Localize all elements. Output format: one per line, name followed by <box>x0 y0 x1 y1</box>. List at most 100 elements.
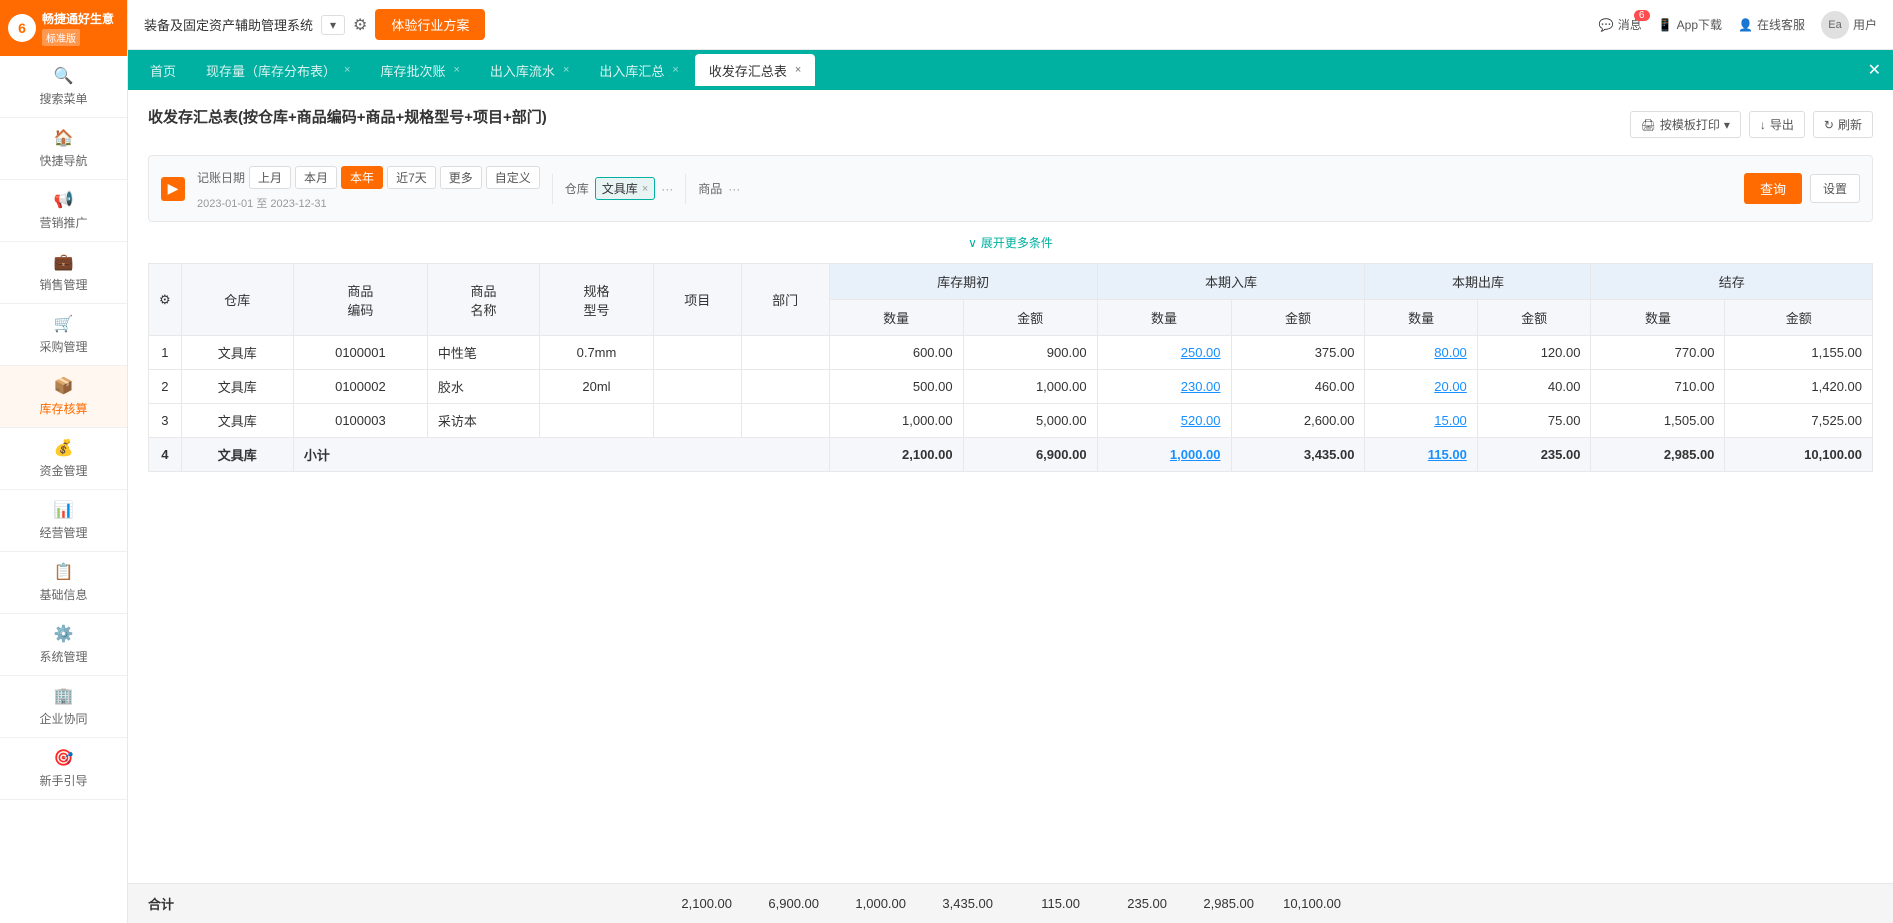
tab-receive-send-summary[interactable]: 收发存汇总表 × <box>695 54 815 86</box>
sidebar-item-sales[interactable]: 💼 销售管理 <box>0 242 127 304</box>
date-btn-this-year[interactable]: 本年 <box>341 166 383 189</box>
warehouse-tag[interactable]: 文具库 × <box>595 177 655 200</box>
cell-opening-qty: 500.00 <box>829 370 963 404</box>
expand-more-button[interactable]: ∨ 展开更多条件 <box>148 230 1873 255</box>
system-dropdown[interactable]: ▾ <box>321 15 345 35</box>
user-action[interactable]: Ea 用户 <box>1821 11 1877 39</box>
sidebar-item-finance[interactable]: 💰 资金管理 <box>0 428 127 490</box>
operation-icon: 📊 <box>54 500 74 520</box>
logo-text: 畅捷通好生意 标准版 <box>42 10 114 46</box>
sidebar-item-operation[interactable]: 📊 经营管理 <box>0 490 127 552</box>
tab-close-icon[interactable]: × <box>453 64 459 76</box>
sidebar-item-label: 快捷导航 <box>39 152 87 169</box>
sidebar-item-inventory[interactable]: 📦 库存核算 <box>0 366 127 428</box>
subtotal-row: 4 文具库 小计 2,100.00 6,900.00 1,000.00 3,43… <box>149 438 1873 472</box>
cell-in-qty[interactable]: 250.00 <box>1097 336 1231 370</box>
sidebar-item-newbie[interactable]: 🎯 新手引导 <box>0 738 127 800</box>
subtotal-in-qty[interactable]: 1,000.00 <box>1097 438 1231 472</box>
messages-action[interactable]: 💬 消息 6 <box>1599 16 1642 33</box>
date-btn-more[interactable]: 更多 <box>440 166 482 189</box>
filter-date-buttons: 记账日期 上月 本月 本年 近7天 更多 自定义 <box>197 166 540 189</box>
filter-separator-2 <box>685 174 686 204</box>
cell-closing-qty: 770.00 <box>1591 336 1725 370</box>
date-range-display: 2023-01-01 至 2023-12-31 <box>197 195 540 211</box>
tab-in-out-summary[interactable]: 出入库汇总 × <box>585 54 692 86</box>
cell-product-spec: 20ml <box>540 370 654 404</box>
sidebar-item-label: 企业协同 <box>39 710 87 727</box>
subtotal-label: 小计 <box>293 438 829 472</box>
sidebar-item-enterprise[interactable]: 🏢 企业协同 <box>0 676 127 738</box>
filter-toggle-button[interactable]: ▶ <box>161 177 185 201</box>
system-icon: ⚙️ <box>54 624 74 644</box>
app-download-action[interactable]: 📱 App下载 <box>1658 16 1722 33</box>
cell-opening-amount: 900.00 <box>963 336 1097 370</box>
cell-in-qty[interactable]: 230.00 <box>1097 370 1231 404</box>
filter-settings-button[interactable]: 设置 <box>1810 174 1860 203</box>
tab-bar-close-button[interactable]: ✕ <box>1864 56 1885 84</box>
cell-out-qty[interactable]: 20.00 <box>1365 370 1477 404</box>
query-button[interactable]: 查询 <box>1744 173 1802 204</box>
tab-home[interactable]: 首页 <box>136 54 190 86</box>
date-btn-this-month[interactable]: 本月 <box>295 166 337 189</box>
tab-close-icon[interactable]: × <box>563 64 569 76</box>
table-subheader-out-amount: 金额 <box>1477 300 1591 336</box>
cell-product-code: 0100003 <box>293 404 427 438</box>
refresh-button[interactable]: ↻ 刷新 <box>1813 111 1873 138</box>
subtotal-out-qty[interactable]: 115.00 <box>1365 438 1477 472</box>
tab-close-icon[interactable]: × <box>672 64 678 76</box>
subtotal-warehouse: 文具库 <box>181 438 293 472</box>
sidebar-item-quicknav[interactable]: 🏠 快捷导航 <box>0 118 127 180</box>
warehouse-tag-close[interactable]: × <box>642 183 648 195</box>
cell-out-amount: 75.00 <box>1477 404 1591 438</box>
table-settings-header[interactable]: ⚙ <box>149 264 182 336</box>
table-row: 3 文具库 0100003 采访本 1,000.00 5,000.00 520.… <box>149 404 1873 438</box>
table-header-department: 部门 <box>741 264 829 336</box>
tab-close-icon[interactable]: × <box>795 64 801 76</box>
cell-out-amount: 120.00 <box>1477 336 1591 370</box>
tab-close-icon[interactable]: × <box>344 64 350 76</box>
sidebar-item-purchase[interactable]: 🛒 采购管理 <box>0 304 127 366</box>
cell-out-qty[interactable]: 80.00 <box>1365 336 1477 370</box>
warehouse-more-button[interactable]: ··· <box>661 182 673 196</box>
sidebar-item-label: 资金管理 <box>39 462 87 479</box>
table-header-out: 本期出库 <box>1365 264 1591 300</box>
sidebar-item-label: 经营管理 <box>39 524 87 541</box>
experience-button[interactable]: 体验行业方案 <box>375 9 485 40</box>
cell-in-amount: 2,600.00 <box>1231 404 1365 438</box>
sidebar-item-marketing[interactable]: 📢 营销推广 <box>0 180 127 242</box>
export-button[interactable]: ↓ 导出 <box>1749 111 1805 138</box>
online-service-action[interactable]: 👤 在线客服 <box>1738 16 1805 33</box>
cell-closing-amount: 1,420.00 <box>1725 370 1873 404</box>
tab-label: 现存量（库存分布表） <box>206 61 336 80</box>
print-button[interactable]: 🖨 按模板打印 ▾ <box>1630 111 1741 138</box>
tab-inventory-dist[interactable]: 现存量（库存分布表） × <box>192 54 364 86</box>
table-header-closing: 结存 <box>1591 264 1873 300</box>
tab-batch-account[interactable]: 库存批次账 × <box>366 54 473 86</box>
cell-out-qty[interactable]: 15.00 <box>1365 404 1477 438</box>
subtotal-in-amount: 3,435.00 <box>1231 438 1365 472</box>
cell-no: 3 <box>149 404 182 438</box>
cell-in-amount: 460.00 <box>1231 370 1365 404</box>
cell-warehouse: 文具库 <box>181 404 293 438</box>
product-more-button[interactable]: ··· <box>728 182 740 196</box>
settings-icon[interactable]: ⚙ <box>353 15 367 35</box>
subtotal-opening-qty: 2,100.00 <box>829 438 963 472</box>
cell-out-amount: 40.00 <box>1477 370 1591 404</box>
subtotal-out-amount: 235.00 <box>1477 438 1591 472</box>
tab-in-out-flow[interactable]: 出入库流水 × <box>476 54 583 86</box>
date-btn-7days[interactable]: 近7天 <box>387 166 436 189</box>
footer-total-bar: 合计2,100.006,900.001,000.003,435.00115.00… <box>128 883 1893 923</box>
date-btn-custom[interactable]: 自定义 <box>486 166 540 189</box>
date-btn-last-month[interactable]: 上月 <box>249 166 291 189</box>
sidebar-item-basic-info[interactable]: 📋 基础信息 <box>0 552 127 614</box>
purchase-icon: 🛒 <box>54 314 74 334</box>
sidebar-item-label: 销售管理 <box>39 276 87 293</box>
page-header-actions: 🖨 按模板打印 ▾ ↓ 导出 ↻ 刷新 <box>1630 111 1873 138</box>
table-row: 1 文具库 0100001 中性笔 0.7mm 600.00 900.00 25… <box>149 336 1873 370</box>
cell-in-qty[interactable]: 520.00 <box>1097 404 1231 438</box>
sidebar-item-label: 库存核算 <box>39 400 87 417</box>
sidebar-item-label: 新手引导 <box>39 772 87 789</box>
sidebar-item-search[interactable]: 🔍 搜索菜单 <box>0 56 127 118</box>
footer-in-amount: 3,435.00 <box>928 896 1003 911</box>
sidebar-item-system[interactable]: ⚙️ 系统管理 <box>0 614 127 676</box>
